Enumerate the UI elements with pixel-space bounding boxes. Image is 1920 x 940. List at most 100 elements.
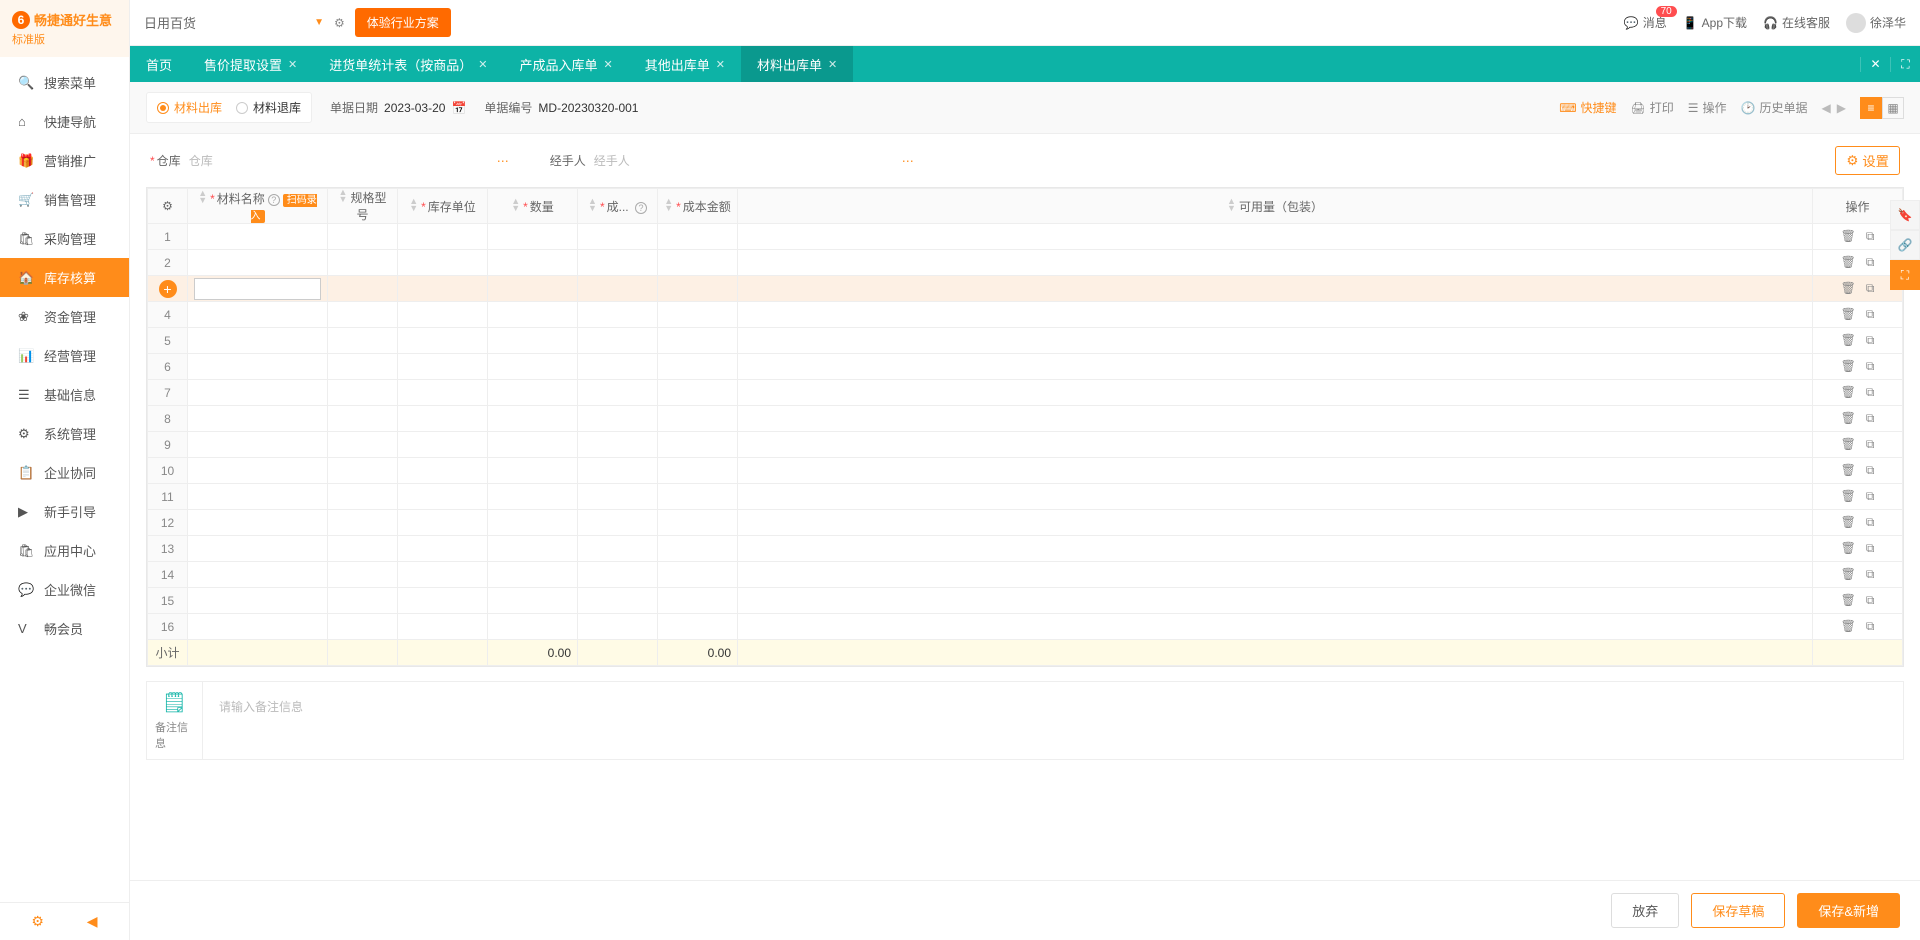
copy-row-icon[interactable]: ⧉ [1866,515,1875,530]
copy-row-icon[interactable]: ⧉ [1866,489,1875,504]
float-expand[interactable]: ⛶ [1890,260,1920,290]
help-icon[interactable]: ? [268,194,280,206]
copy-row-icon[interactable]: ⧉ [1866,385,1875,400]
view-grid[interactable]: ▦ [1882,97,1904,119]
delete-row-icon[interactable]: 🗑 [1841,359,1856,374]
tab-close-icon[interactable]: ✕ [828,58,837,71]
copy-row-icon[interactable]: ⧉ [1866,255,1875,270]
tab-expand[interactable]: ⛶ [1890,57,1920,72]
tab-close-icon[interactable]: ✕ [478,58,487,71]
radio-material-out[interactable]: 材料出库 [157,99,222,116]
nav-item-0[interactable]: 🔍搜索菜单 [0,63,129,102]
nav-item-8[interactable]: ☰基础信息 [0,375,129,414]
copy-row-icon[interactable]: ⧉ [1866,541,1875,556]
delete-row-icon[interactable]: 🗑 [1841,307,1856,322]
nav-item-11[interactable]: ▶新手引导 [0,492,129,531]
handler-input[interactable]: 经手人 [594,149,894,173]
help-icon[interactable]: ? [635,202,647,214]
collapse-icon[interactable]: ◀ [87,913,98,930]
form-settings-button[interactable]: ⚙ 设置 [1835,146,1900,175]
col-cost-amt[interactable]: ▲▼*成本金额 [658,189,738,224]
nav-item-13[interactable]: 💬企业微信 [0,570,129,609]
warehouse-input[interactable]: 仓库 [189,149,489,173]
tab-0[interactable]: 首页 [130,46,188,82]
delete-row-icon[interactable]: 🗑 [1841,385,1856,400]
tab-1[interactable]: 售价提取设置✕ [188,46,313,82]
tab-close-all[interactable]: ✕ [1860,57,1890,72]
app-download-button[interactable]: 📱App下载 [1683,14,1747,31]
copy-row-icon[interactable]: ⧉ [1866,411,1875,426]
nav-item-1[interactable]: ⌂快捷导航 [0,102,129,141]
copy-row-icon[interactable]: ⧉ [1866,619,1875,634]
handler-more-icon[interactable]: ⋯ [902,154,915,168]
table-row[interactable]: 5🗑⧉ [148,328,1903,354]
tab-close-icon[interactable]: ✕ [716,58,725,71]
nav-prev[interactable]: ◀ [1822,101,1831,115]
history-button[interactable]: 🕑 历史单据 [1741,99,1808,116]
copy-row-icon[interactable]: ⧉ [1866,359,1875,374]
col-cost[interactable]: ▲▼*成... ? [578,189,658,224]
shortcut-button[interactable]: ⌨ 快捷键 [1559,99,1616,116]
delete-row-icon[interactable]: 🗑 [1841,255,1856,270]
float-link[interactable]: 🔗 [1890,230,1920,260]
table-row[interactable]: 9🗑⧉ [148,432,1903,458]
copy-row-icon[interactable]: ⧉ [1866,463,1875,478]
table-row[interactable]: 2🗑⧉ [148,250,1903,276]
float-bookmark[interactable]: 🔖 [1890,200,1920,230]
discard-button[interactable]: 放弃 [1611,893,1679,928]
delete-row-icon[interactable]: 🗑 [1841,515,1856,530]
messages-button[interactable]: 💬 消息 70 [1624,14,1667,31]
table-row-add[interactable]: +🗑⧉ [148,276,1903,302]
table-row[interactable]: 7🗑⧉ [148,380,1903,406]
nav-item-4[interactable]: 🛍采购管理 [0,219,129,258]
tab-5[interactable]: 材料出库单✕ [741,46,853,82]
table-row[interactable]: 15🗑⧉ [148,588,1903,614]
delete-row-icon[interactable]: 🗑 [1841,541,1856,556]
nav-item-12[interactable]: 🛍应用中心 [0,531,129,570]
table-row[interactable]: 6🗑⧉ [148,354,1903,380]
delete-row-icon[interactable]: 🗑 [1841,281,1856,296]
view-list[interactable]: ≡ [1860,97,1882,119]
gear-icon[interactable]: ⚙ [334,16,345,30]
tab-close-icon[interactable]: ✕ [288,58,297,71]
nav-item-9[interactable]: ⚙系统管理 [0,414,129,453]
warehouse-more-icon[interactable]: ⋯ [497,154,510,168]
tab-4[interactable]: 其他出库单✕ [629,46,741,82]
copy-row-icon[interactable]: ⧉ [1866,333,1875,348]
nav-next[interactable]: ▶ [1837,101,1846,115]
delete-row-icon[interactable]: 🗑 [1841,437,1856,452]
copy-row-icon[interactable]: ⧉ [1866,281,1875,296]
user-menu[interactable]: 徐泽华 [1846,13,1906,33]
table-row[interactable]: 14🗑⧉ [148,562,1903,588]
tab-close-icon[interactable]: ✕ [604,58,613,71]
delete-row-icon[interactable]: 🗑 [1841,229,1856,244]
table-row[interactable]: 1🗑⧉ [148,224,1903,250]
col-qty[interactable]: ▲▼*数量 [488,189,578,224]
nav-item-7[interactable]: 📊经营管理 [0,336,129,375]
tab-2[interactable]: 进货单统计表（按商品）✕ [313,46,503,82]
col-available[interactable]: ▲▼可用量（包装） [738,189,1813,224]
col-gear[interactable]: ⚙ [148,189,188,224]
calendar-icon[interactable]: 📅 [451,101,466,115]
table-row[interactable]: 4🗑⧉ [148,302,1903,328]
table-row[interactable]: 13🗑⧉ [148,536,1903,562]
category-selector[interactable]: 日用百货 ▼ [144,13,324,32]
col-unit[interactable]: ▲▼*库存单位 [398,189,488,224]
table-row[interactable]: 10🗑⧉ [148,458,1903,484]
col-spec[interactable]: ▲▼规格型号 [328,189,398,224]
print-button[interactable]: 🖨 打印 [1631,99,1674,116]
copy-row-icon[interactable]: ⧉ [1866,307,1875,322]
material-name-input[interactable] [194,278,321,300]
table-row[interactable]: 12🗑⧉ [148,510,1903,536]
nav-item-3[interactable]: 🛒销售管理 [0,180,129,219]
remark-input[interactable]: 请输入备注信息 [203,682,1903,759]
radio-material-return[interactable]: 材料退库 [236,99,301,116]
copy-row-icon[interactable]: ⧉ [1866,567,1875,582]
delete-row-icon[interactable]: 🗑 [1841,333,1856,348]
operate-button[interactable]: ☰ 操作 [1688,99,1727,116]
save-new-button[interactable]: 保存&新增 [1797,893,1900,928]
nav-item-14[interactable]: V畅会员 [0,609,129,648]
online-service-button[interactable]: 🎧在线客服 [1763,14,1830,31]
delete-row-icon[interactable]: 🗑 [1841,489,1856,504]
delete-row-icon[interactable]: 🗑 [1841,619,1856,634]
